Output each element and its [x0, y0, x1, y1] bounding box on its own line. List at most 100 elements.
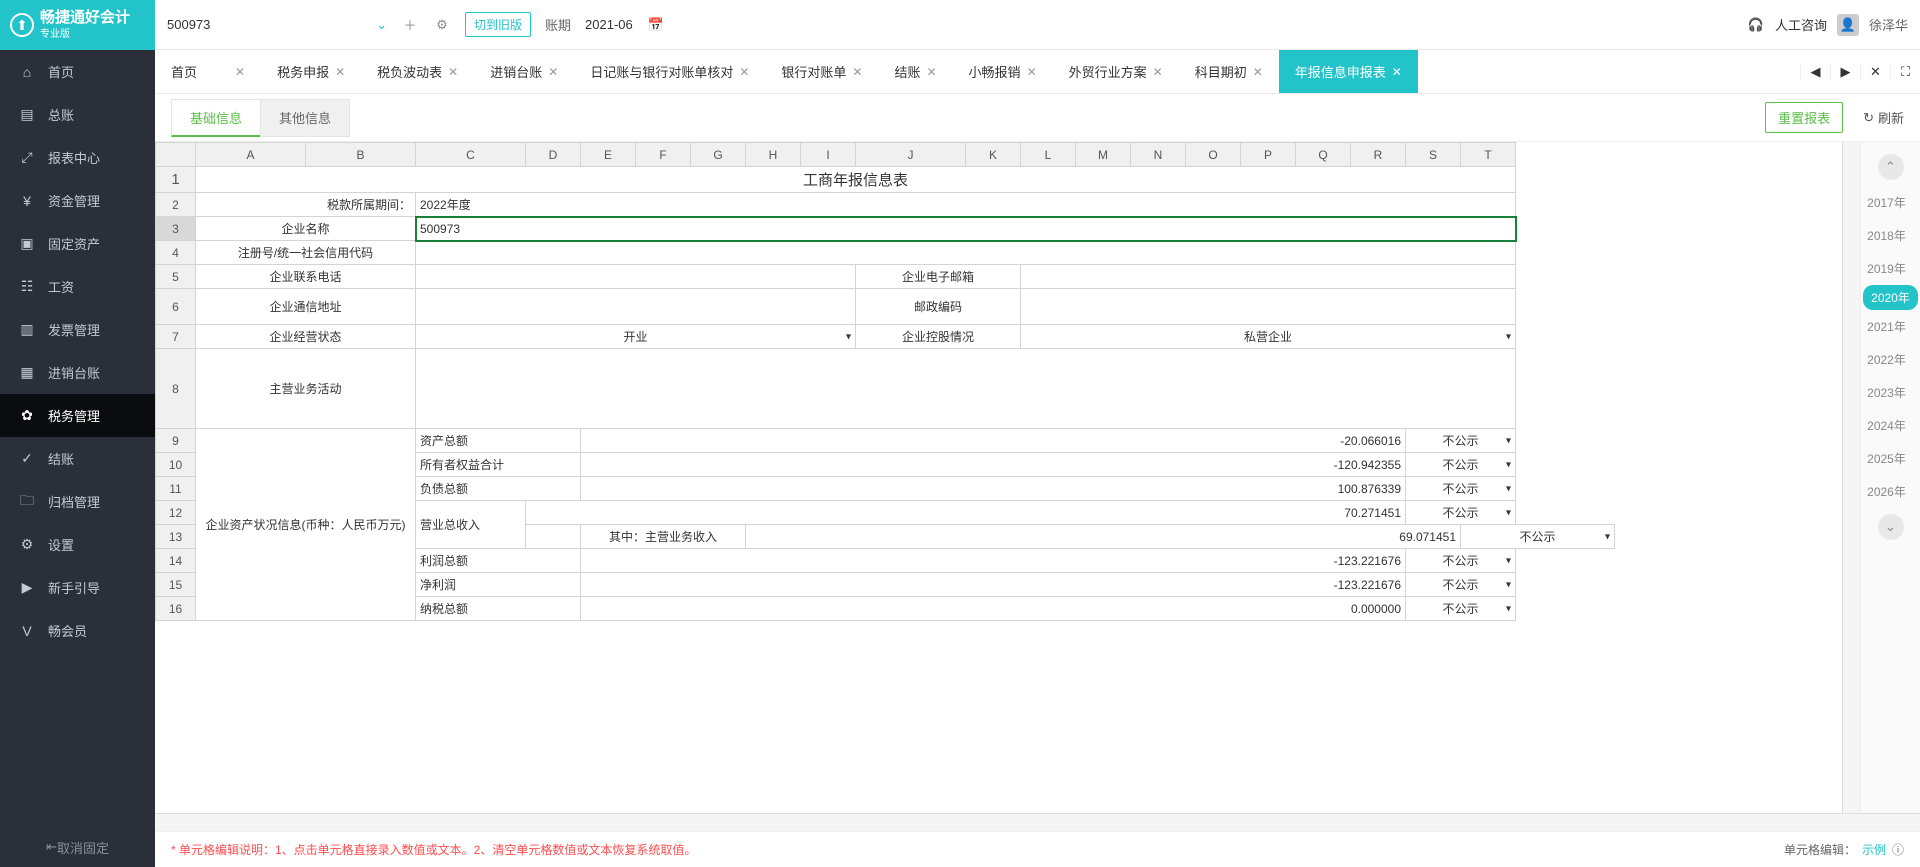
year-item[interactable]: 2023年 [1863, 376, 1918, 409]
row-header[interactable]: 13 [156, 525, 196, 549]
tab[interactable]: 进销台账✕ [474, 50, 574, 93]
row-header[interactable]: 5 [156, 265, 196, 289]
nav-item[interactable]: ▤总账 [0, 93, 155, 136]
nav-item[interactable]: ✓结账 [0, 437, 155, 480]
col-header[interactable]: A [196, 143, 306, 167]
col-header[interactable]: G [691, 143, 746, 167]
year-item[interactable]: 2022年 [1863, 343, 1918, 376]
spreadsheet[interactable]: ABCDEFGHIJKLMNOPQRST 1 工商年报信息表 2 税款所属期间：… [155, 142, 1842, 813]
nav-item[interactable]: V畅会员 [0, 609, 155, 652]
calendar-icon[interactable]: 📅 [647, 16, 665, 34]
year-item[interactable]: 2018年 [1863, 219, 1918, 252]
col-header[interactable]: L [1021, 143, 1076, 167]
close-icon[interactable]: ✕ [335, 65, 345, 79]
row-header[interactable]: 15 [156, 573, 196, 597]
fullscreen-icon[interactable]: ⛶ [1890, 64, 1920, 80]
col-header[interactable]: T [1461, 143, 1516, 167]
user-name[interactable]: 徐泽华 [1869, 15, 1908, 34]
close-icon[interactable]: ✕ [448, 65, 458, 79]
year-item[interactable]: 2024年 [1863, 409, 1918, 442]
tab[interactable]: 税负波动表✕ [361, 50, 474, 93]
tab[interactable]: 银行对账单✕ [765, 50, 878, 93]
year-item[interactable]: 2020年 [1863, 285, 1918, 310]
close-icon[interactable]: ✕ [548, 65, 558, 79]
tab[interactable]: 结账✕ [878, 50, 952, 93]
nav-item[interactable]: ▦进销台账 [0, 351, 155, 394]
tab-close-all[interactable]: ✕ [1860, 64, 1890, 80]
year-item[interactable]: 2019年 [1863, 252, 1918, 285]
company-select[interactable]: 500973 ⌄ [167, 17, 387, 33]
col-header[interactable]: J [856, 143, 966, 167]
row-header[interactable]: 4 [156, 241, 196, 265]
col-header[interactable]: C [416, 143, 526, 167]
nav-item[interactable]: ▣固定资产 [0, 222, 155, 265]
row-header[interactable]: 2 [156, 193, 196, 217]
gear-icon[interactable]: ⚙ [433, 16, 451, 34]
nav-item[interactable]: ✿税务管理 [0, 394, 155, 437]
nav-item[interactable]: ¥资金管理 [0, 179, 155, 222]
pin-toggle[interactable]: ⇤ 取消固定 [0, 827, 155, 867]
subtab-basic[interactable]: 基础信息 [171, 99, 261, 137]
nav-item[interactable]: ⤢报表中心 [0, 136, 155, 179]
tab[interactable]: 税务申报✕ [261, 50, 361, 93]
year-item[interactable]: 2026年 [1863, 475, 1918, 508]
close-icon[interactable]: ✕ [1253, 65, 1263, 79]
tab[interactable]: 年报信息申报表✕ [1279, 50, 1418, 93]
year-down[interactable]: ⌄ [1878, 514, 1904, 540]
tab[interactable]: 外贸行业方案✕ [1053, 50, 1179, 93]
col-header[interactable]: S [1406, 143, 1461, 167]
row-header[interactable]: 6 [156, 289, 196, 325]
consult-link[interactable]: 人工咨询 [1775, 15, 1827, 34]
close-icon[interactable]: ✕ [1392, 65, 1402, 79]
nav-item[interactable]: ▥发票管理 [0, 308, 155, 351]
row-header[interactable]: 8 [156, 349, 196, 429]
col-header[interactable]: M [1076, 143, 1131, 167]
regenerate-button[interactable]: 重置报表 [1765, 102, 1843, 133]
add-icon[interactable]: ＋ [401, 16, 419, 34]
col-header[interactable]: H [746, 143, 801, 167]
row-header[interactable]: 9 [156, 429, 196, 453]
vertical-scrollbar[interactable] [1842, 142, 1860, 813]
close-icon[interactable]: ✕ [1027, 65, 1037, 79]
tab-scroll-left[interactable]: ◀ [1800, 64, 1830, 80]
col-header[interactable]: D [526, 143, 581, 167]
tab[interactable]: ✕ [213, 50, 261, 93]
col-header[interactable]: I [801, 143, 856, 167]
row-header[interactable]: 14 [156, 549, 196, 573]
col-header[interactable]: F [636, 143, 691, 167]
help-icon[interactable]: ⓘ [1892, 841, 1904, 858]
tab-scroll-right[interactable]: ▶ [1830, 64, 1860, 80]
year-item[interactable]: 2017年 [1863, 186, 1918, 219]
subtab-other[interactable]: 其他信息 [260, 99, 350, 137]
close-icon[interactable]: ✕ [926, 65, 936, 79]
year-item[interactable]: 2021年 [1863, 310, 1918, 343]
row-header[interactable]: 16 [156, 597, 196, 621]
year-item[interactable]: 2025年 [1863, 442, 1918, 475]
tab[interactable]: 日记账与银行对账单核对✕ [574, 50, 765, 93]
nav-item[interactable]: ▶新手引导 [0, 566, 155, 609]
tab[interactable]: 小畅报销✕ [953, 50, 1053, 93]
row-header[interactable]: 11 [156, 477, 196, 501]
col-header[interactable]: K [966, 143, 1021, 167]
example-link[interactable]: 示例 [1862, 841, 1886, 858]
close-icon[interactable]: ✕ [852, 65, 862, 79]
row-header[interactable]: 10 [156, 453, 196, 477]
col-header[interactable]: R [1351, 143, 1406, 167]
row-header[interactable]: 3 [156, 217, 196, 241]
col-header[interactable]: E [581, 143, 636, 167]
nav-item[interactable]: ⚙设置 [0, 523, 155, 566]
close-icon[interactable]: ✕ [739, 65, 749, 79]
nav-item[interactable]: ☷工资 [0, 265, 155, 308]
year-up[interactable]: ⌃ [1878, 154, 1904, 180]
col-header[interactable]: Q [1296, 143, 1351, 167]
nav-item[interactable]: ⌂首页 [0, 50, 155, 93]
old-version-button[interactable]: 切到旧版 [465, 12, 531, 37]
tab[interactable]: 首页 [155, 50, 213, 93]
refresh-button[interactable]: ↻ 刷新 [1863, 108, 1904, 127]
row-header[interactable]: 7 [156, 325, 196, 349]
col-header[interactable]: N [1131, 143, 1186, 167]
close-icon[interactable]: ✕ [1153, 65, 1163, 79]
row-header[interactable]: 1 [156, 167, 196, 193]
col-header[interactable]: P [1241, 143, 1296, 167]
avatar[interactable]: 👤 [1837, 14, 1859, 36]
